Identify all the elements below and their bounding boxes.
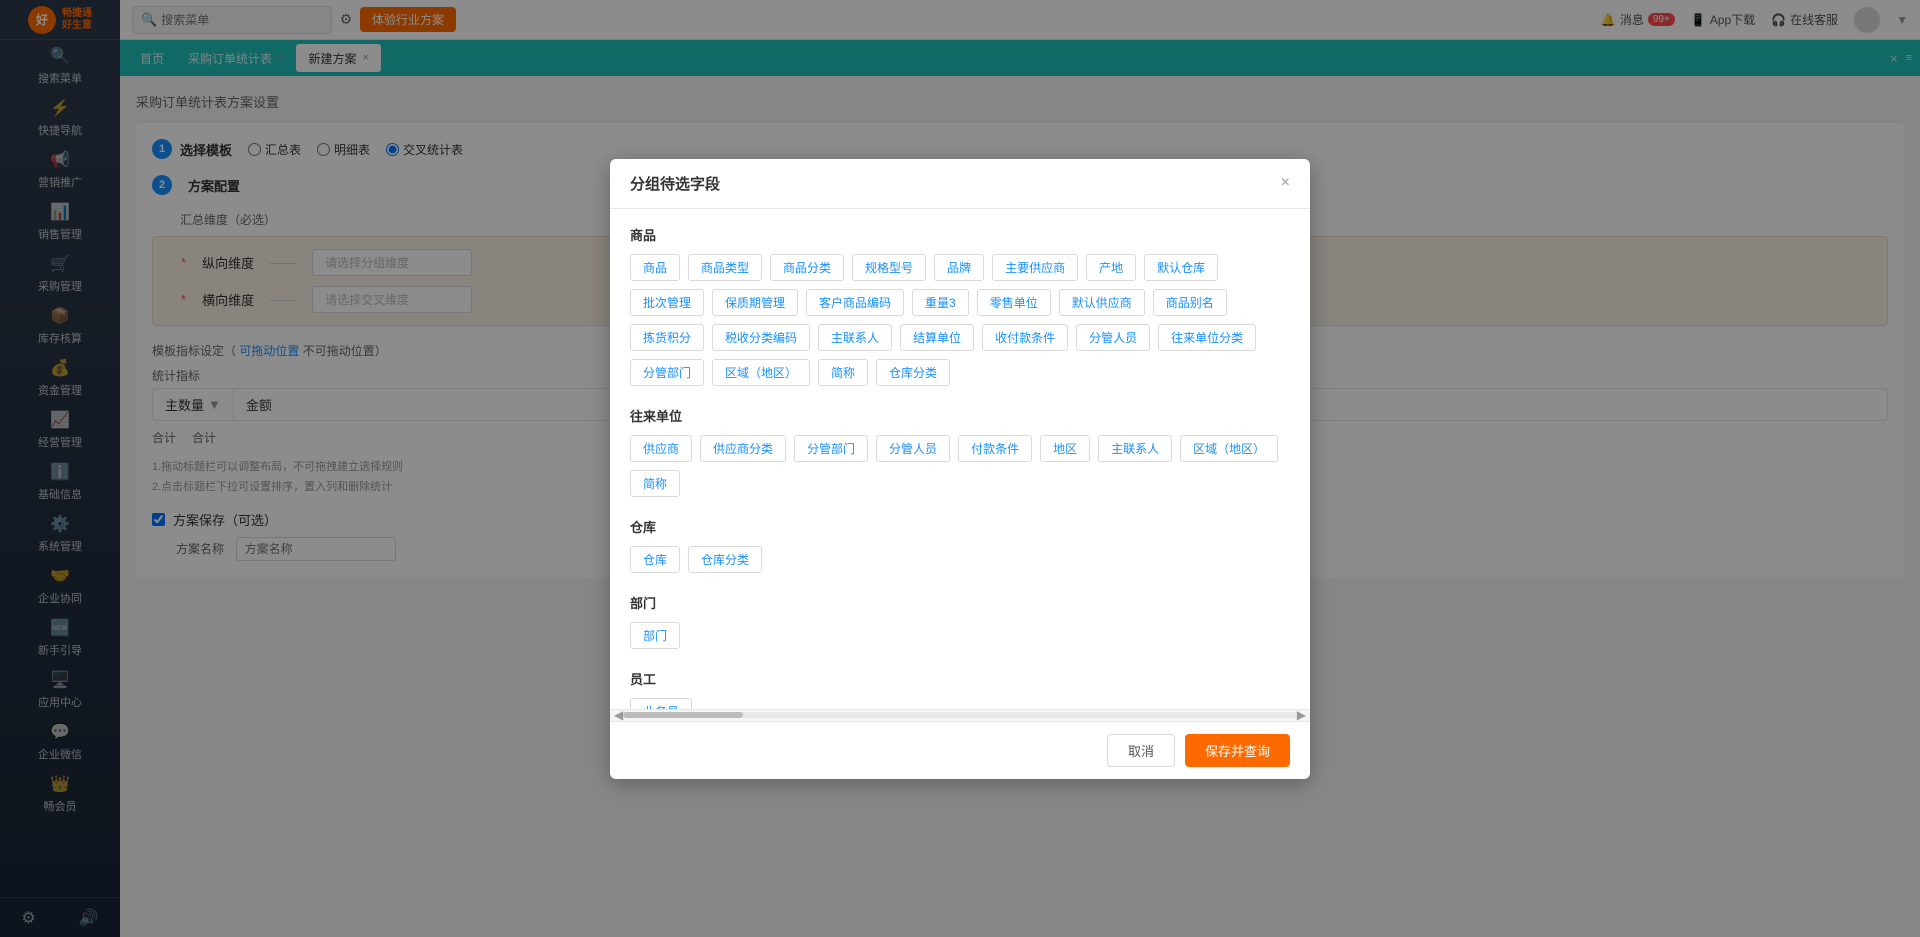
section-label: 部门 (630, 593, 1290, 612)
field-tag[interactable]: 商品 (630, 254, 680, 281)
field-tag[interactable]: 仓库分类 (876, 359, 950, 386)
dialog-body: 商品商品商品类型商品分类规格型号品牌主要供应商产地默认仓库批次管理保质期管理客户… (610, 209, 1310, 709)
field-tag[interactable]: 商品别名 (1153, 289, 1227, 316)
field-tag[interactable]: 主联系人 (1098, 435, 1172, 462)
dialog-footer: 取消 保存并查询 (610, 721, 1310, 779)
field-tag[interactable]: 简称 (630, 470, 680, 497)
section-label: 员工 (630, 669, 1290, 688)
field-tag[interactable]: 收付款条件 (982, 324, 1068, 351)
field-tag[interactable]: 区域（地区） (1180, 435, 1278, 462)
field-tag[interactable]: 零售单位 (977, 289, 1051, 316)
field-section-商品: 商品商品商品类型商品分类规格型号品牌主要供应商产地默认仓库批次管理保质期管理客户… (630, 225, 1290, 386)
dialog-close-button[interactable]: × (1281, 174, 1290, 192)
scroll-thumb (623, 712, 743, 718)
field-tag[interactable]: 客户商品编码 (806, 289, 904, 316)
dialog-header: 分组待选字段 × (610, 159, 1310, 209)
field-tag[interactable]: 往来单位分类 (1158, 324, 1256, 351)
field-tag[interactable]: 结算单位 (900, 324, 974, 351)
field-section-员工: 员工业务员 (630, 669, 1290, 709)
field-grid: 商品商品类型商品分类规格型号品牌主要供应商产地默认仓库批次管理保质期管理客户商品… (630, 254, 1290, 386)
section-label: 往来单位 (630, 406, 1290, 425)
section-label: 仓库 (630, 517, 1290, 536)
field-tag[interactable]: 付款条件 (958, 435, 1032, 462)
field-section-往来单位: 往来单位供应商供应商分类分管部门分管人员付款条件地区主联系人区域（地区） 简称 (630, 406, 1290, 497)
field-tag[interactable]: 分管部门 (630, 359, 704, 386)
field-tag[interactable]: 分管人员 (876, 435, 950, 462)
field-tag[interactable]: 仓库 (630, 546, 680, 573)
field-tag[interactable]: 简称 (818, 359, 868, 386)
field-tag[interactable]: 主联系人 (818, 324, 892, 351)
field-tag[interactable]: 商品分类 (770, 254, 844, 281)
field-tag[interactable]: 供应商 (630, 435, 692, 462)
field-tag[interactable]: 产地 (1086, 254, 1136, 281)
field-grid: 供应商供应商分类分管部门分管人员付款条件地区主联系人区域（地区） 简称 (630, 435, 1290, 497)
field-tag[interactable]: 重量3 (912, 289, 969, 316)
field-tag[interactable]: 主要供应商 (992, 254, 1078, 281)
field-tag[interactable]: 规格型号 (852, 254, 926, 281)
cancel-button[interactable]: 取消 (1107, 734, 1175, 767)
field-tag[interactable]: 默认仓库 (1144, 254, 1218, 281)
field-tag[interactable]: 供应商分类 (700, 435, 786, 462)
field-tag[interactable]: 地区 (1040, 435, 1090, 462)
field-tag[interactable]: 拣货积分 (630, 324, 704, 351)
field-tag[interactable]: 区域（地区） (712, 359, 810, 386)
field-tag[interactable]: 税收分类编码 (712, 324, 810, 351)
dialog: 分组待选字段 × 商品商品商品类型商品分类规格型号品牌主要供应商产地默认仓库批次… (610, 159, 1310, 779)
confirm-button[interactable]: 保存并查询 (1185, 734, 1290, 767)
field-tag[interactable]: 分管人员 (1076, 324, 1150, 351)
field-grid: 仓库仓库分类 (630, 546, 1290, 573)
field-tag[interactable]: 仓库分类 (688, 546, 762, 573)
field-tag[interactable]: 商品类型 (688, 254, 762, 281)
field-tag[interactable]: 默认供应商 (1059, 289, 1145, 316)
field-grid: 业务员 (630, 698, 1290, 709)
field-section-仓库: 仓库仓库仓库分类 (630, 517, 1290, 573)
field-tag[interactable]: 品牌 (934, 254, 984, 281)
field-section-部门: 部门部门 (630, 593, 1290, 649)
field-grid: 部门 (630, 622, 1290, 649)
field-tag[interactable]: 批次管理 (630, 289, 704, 316)
dialog-overlay: 分组待选字段 × 商品商品商品类型商品分类规格型号品牌主要供应商产地默认仓库批次… (0, 0, 1920, 937)
dialog-scrollbar: ◀ ▶ (610, 709, 1310, 721)
field-tag[interactable]: 保质期管理 (712, 289, 798, 316)
scroll-track (623, 712, 1297, 718)
section-label: 商品 (630, 225, 1290, 244)
field-tag[interactable]: 业务员 (630, 698, 692, 709)
dialog-title: 分组待选字段 (630, 173, 720, 194)
field-tag[interactable]: 分管部门 (794, 435, 868, 462)
field-tag[interactable]: 部门 (630, 622, 680, 649)
